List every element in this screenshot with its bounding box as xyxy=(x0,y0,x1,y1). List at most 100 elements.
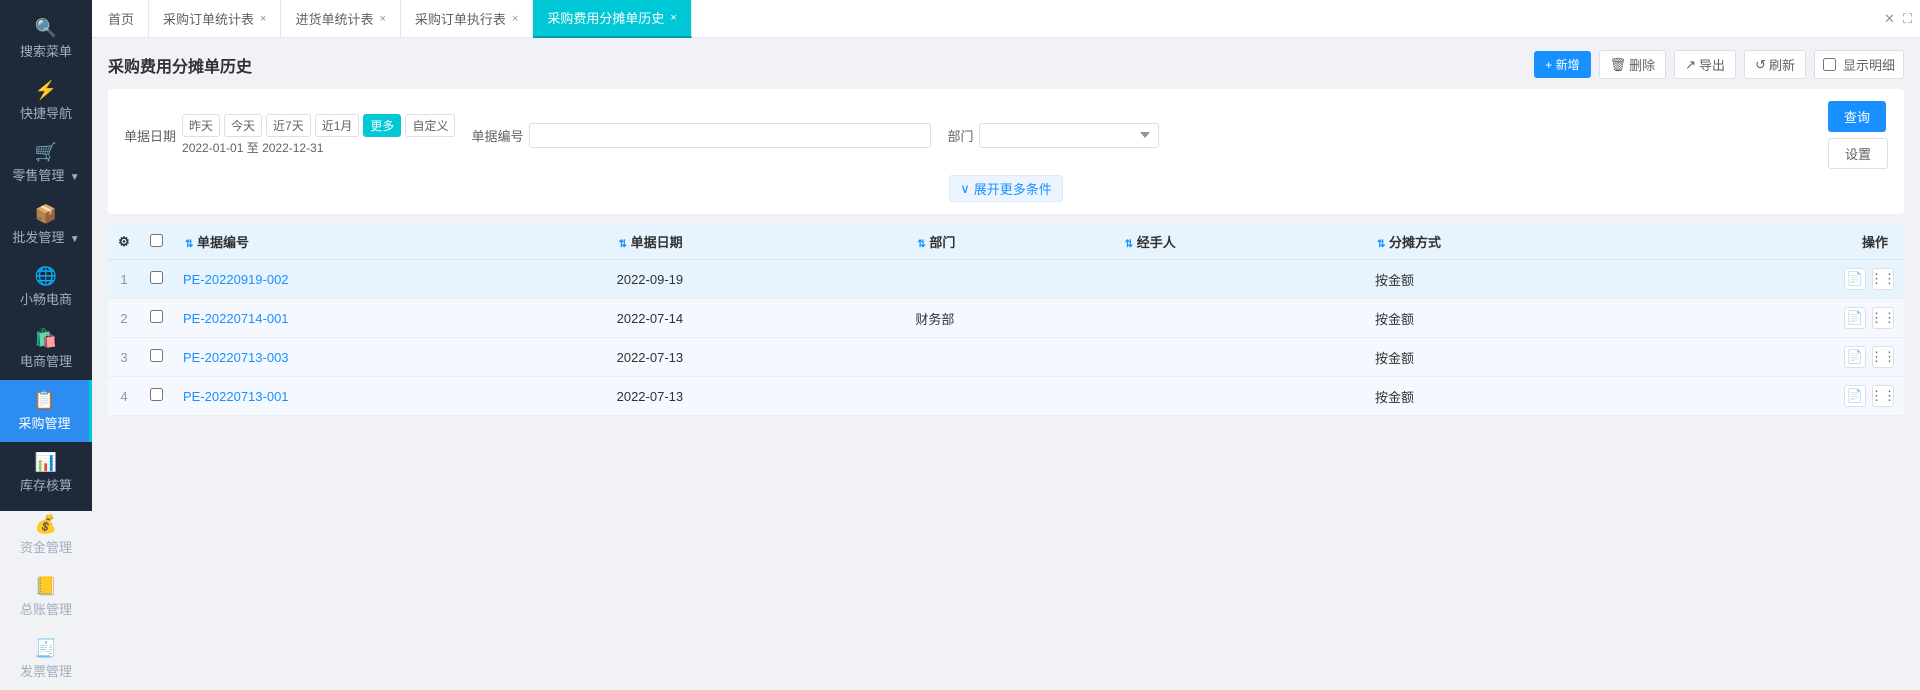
refresh-icon: ↺ xyxy=(1755,57,1766,73)
row-checkbox-1 xyxy=(140,260,173,299)
invoice-icon: 🧾 xyxy=(4,638,88,659)
row-dept-3 xyxy=(905,338,1112,377)
sidebar-item-invoice[interactable]: 🧾 发票管理 xyxy=(0,628,92,690)
view-icon-2[interactable]: 📄 xyxy=(1844,307,1866,329)
dept-select[interactable]: 财务部 xyxy=(979,123,1159,148)
row-docno-link-4[interactable]: PE-20220713-001 xyxy=(183,389,289,404)
settings-icon[interactable]: ⚙ xyxy=(118,234,130,249)
tab-cost-split-history[interactable]: 采购费用分摊单历史 × xyxy=(533,0,691,38)
query-button[interactable]: 查询 xyxy=(1828,101,1886,132)
col-settings[interactable]: ⚙ xyxy=(108,224,140,260)
row-select-1[interactable] xyxy=(150,271,163,284)
row-dept-1 xyxy=(905,260,1112,299)
settings-button[interactable]: 设置 xyxy=(1828,138,1888,169)
show-columns-input[interactable] xyxy=(1823,58,1836,71)
tab-purchase-exec[interactable]: 采购订单执行表 × xyxy=(401,0,533,38)
date-1month[interactable]: 近1月 xyxy=(315,114,360,137)
sidebar-item-ecommerce[interactable]: 🛍️ 电商管理 xyxy=(0,318,92,380)
sidebar-item-inventory[interactable]: 📊 库存核算 xyxy=(0,442,92,504)
tab-inbound-stat-label: 进货单统计表 xyxy=(295,9,373,28)
date-today[interactable]: 今天 xyxy=(224,114,262,137)
sidebar-item-search[interactable]: 🔍 搜索菜单 xyxy=(0,8,92,70)
tab-inbound-stat[interactable]: 进货单统计表 × xyxy=(281,0,400,38)
close-icon[interactable]: × xyxy=(670,12,676,24)
sidebar-item-ecommerce-label: 电商管理 xyxy=(20,354,72,369)
filter-area: 单据日期 昨天 今天 近7天 近1月 更多 自定义 2022-01-01 至 2… xyxy=(108,89,1904,214)
row-docno-link-1[interactable]: PE-20220919-002 xyxy=(183,272,289,287)
table-header: ⚙ ⇅ 单据编号 ⇅ 单据日期 xyxy=(108,224,1904,260)
finance-icon: 💰 xyxy=(4,514,88,535)
row-docno-link-3[interactable]: PE-20220713-003 xyxy=(183,350,289,365)
sidebar-item-quicknav[interactable]: ⚡ 快捷导航 xyxy=(0,70,92,132)
row-ops-1: 📄 ⋮⋮ xyxy=(1662,260,1904,299)
tab-home-label: 首页 xyxy=(108,9,134,28)
delete-button[interactable]: 🗑 删除 xyxy=(1599,50,1667,79)
tab-bar: 首页 采购订单统计表 × 进货单统计表 × 采购订单执行表 × 采购费用分摊单历… xyxy=(92,0,1920,38)
sidebar-item-ledger-label: 总账管理 xyxy=(20,602,72,617)
retail-icon: 🛒 xyxy=(4,142,88,163)
table-row: 2 PE-20220714-001 2022-07-14 财务部 按金额 xyxy=(108,299,1904,338)
more-icon-4[interactable]: ⋮⋮ xyxy=(1872,385,1894,407)
row-date-1: 2022-09-19 xyxy=(607,260,906,299)
date-filter: 单据日期 昨天 今天 近7天 近1月 更多 自定义 2022-01-01 至 2… xyxy=(124,114,455,156)
row-num-4: 4 xyxy=(108,377,140,416)
row-select-2[interactable] xyxy=(150,310,163,323)
main-area: 首页 采购订单统计表 × 进货单统计表 × 采购订单执行表 × 采购费用分摊单历… xyxy=(92,0,1920,511)
row-docno-link-2[interactable]: PE-20220714-001 xyxy=(183,311,289,326)
sidebar-item-purchase[interactable]: 📋 采购管理 xyxy=(0,380,92,442)
export-button[interactable]: ↗ 导出 xyxy=(1674,50,1736,79)
ecommerce-icon: 🛍️ xyxy=(4,328,88,349)
row-select-3[interactable] xyxy=(150,349,163,362)
view-icon-4[interactable]: 📄 xyxy=(1844,385,1866,407)
date-more[interactable]: 更多 xyxy=(363,114,401,137)
close-all-icon[interactable]: ✕ xyxy=(1884,11,1895,27)
col-checkbox xyxy=(140,224,173,260)
more-icon-1[interactable]: ⋮⋮ xyxy=(1872,268,1894,290)
expand-button[interactable]: ∨ 展开更多条件 xyxy=(949,175,1063,202)
ops-group-3: 📄 ⋮⋮ xyxy=(1672,346,1894,368)
row-num-1: 1 xyxy=(108,260,140,299)
show-columns-checkbox[interactable]: 显示明细 xyxy=(1814,50,1904,79)
dept-label: 部门 xyxy=(947,126,973,145)
sidebar-item-purchase-label: 采购管理 xyxy=(18,416,70,431)
close-icon[interactable]: × xyxy=(512,13,518,25)
col-ops: 操作 xyxy=(1662,224,1904,260)
doc-no-label: 单据编号 xyxy=(471,126,523,145)
date-yesterday[interactable]: 昨天 xyxy=(182,114,220,137)
select-all-checkbox[interactable] xyxy=(150,234,163,247)
tab-cost-split-history-label: 采购费用分摊单历史 xyxy=(547,8,664,27)
row-method-2: 按金额 xyxy=(1365,299,1662,338)
row-ops-4: 📄 ⋮⋮ xyxy=(1662,377,1904,416)
date-label: 单据日期 xyxy=(124,126,176,145)
view-icon-3[interactable]: 📄 xyxy=(1844,346,1866,368)
add-button[interactable]: + 新增 xyxy=(1534,51,1590,78)
date-custom[interactable]: 自定义 xyxy=(405,114,455,137)
tab-purchase-order-stat[interactable]: 采购订单统计表 × xyxy=(149,0,281,38)
row-date-4: 2022-07-13 xyxy=(607,377,906,416)
close-icon[interactable]: × xyxy=(379,13,385,25)
more-icon-2[interactable]: ⋮⋮ xyxy=(1872,307,1894,329)
sidebar-item-retail[interactable]: 🛒 零售管理 ▼ xyxy=(0,132,92,194)
date-7days[interactable]: 近7天 xyxy=(266,114,311,137)
chevron-down-icon: ▼ xyxy=(70,234,80,245)
row-date-3: 2022-07-13 xyxy=(607,338,906,377)
refresh-button[interactable]: ↺ 刷新 xyxy=(1744,50,1806,79)
sidebar-item-invoice-label: 发票管理 xyxy=(20,664,72,679)
sort-icon: ⇅ xyxy=(1377,239,1385,250)
row-select-4[interactable] xyxy=(150,388,163,401)
query-settings-group: 查询 设置 xyxy=(1828,101,1888,169)
wholesale-icon: 📦 xyxy=(4,204,88,225)
maximize-icon[interactable]: ⛶ xyxy=(1903,11,1912,27)
more-icon-3[interactable]: ⋮⋮ xyxy=(1872,346,1894,368)
sidebar-item-finance[interactable]: 💰 资金管理 xyxy=(0,504,92,566)
doc-no-input[interactable] xyxy=(529,123,931,148)
row-docno-2: PE-20220714-001 xyxy=(173,299,607,338)
sidebar-item-ledger[interactable]: 📒 总账管理 xyxy=(0,566,92,628)
view-icon-1[interactable]: 📄 xyxy=(1844,268,1866,290)
sidebar-item-wholesale[interactable]: 📦 批发管理 ▼ xyxy=(0,194,92,256)
sidebar-item-ecommerce-small[interactable]: 🌐 小畅电商 xyxy=(0,256,92,318)
tab-home[interactable]: 首页 xyxy=(100,0,149,38)
close-icon[interactable]: × xyxy=(260,13,266,25)
tab-purchase-exec-label: 采购订单执行表 xyxy=(415,9,506,28)
chevron-down-icon: ▼ xyxy=(70,172,80,183)
